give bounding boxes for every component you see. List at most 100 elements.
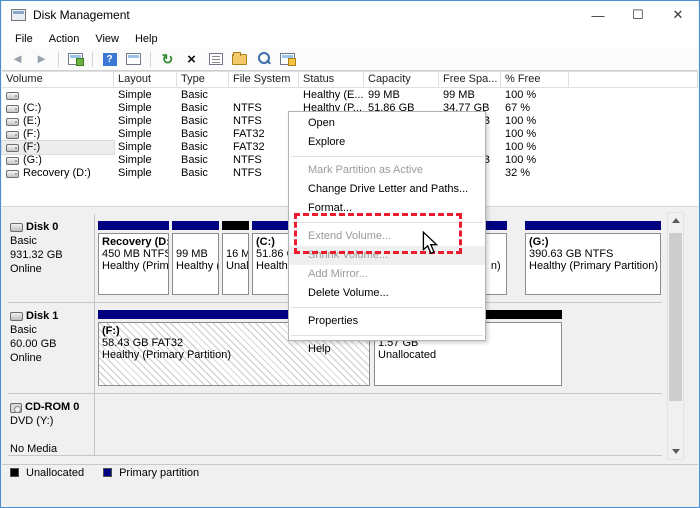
cdrom0-row: CD-ROM 0 DVD (Y:) No Media [8,394,662,456]
close-button[interactable]: ✕ [658,1,698,29]
menu-item-change-drive-letter[interactable]: Change Drive Letter and Paths... [289,180,485,199]
volume-icon [6,118,19,126]
unallocated-legend-label: Unallocated [26,467,84,479]
column-header-file-system[interactable]: File System [229,72,299,87]
volume-type: Basic [177,154,229,167]
toolbar-separator [58,52,59,67]
maximize-button[interactable]: ☐ [618,1,658,29]
volume-icon [6,92,19,100]
partition-g[interactable]: (G:) 390.63 GB NTFS Healthy (Primary Par… [525,221,661,295]
volume-pct-free: 100 % [501,141,569,154]
forward-icon[interactable]: ► [33,51,50,67]
volume-type: Basic [177,115,229,128]
volume-icon [6,144,19,152]
toolbar-separator [92,52,93,67]
title-bar: Disk Management — ☐ ✕ [2,1,698,29]
menu-item-explore[interactable]: Explore [289,133,485,152]
window-title: Disk Management [33,8,130,22]
volume-name: (E:) [23,115,41,128]
app-icon [11,9,26,21]
column-header-capacity[interactable]: Capacity [364,72,439,87]
cdrom-media-status: No Media [10,442,92,456]
minimize-button[interactable]: — [578,1,618,29]
toolbar-separator [150,52,151,67]
volume-pct-free: 100 % [501,89,569,102]
menu-item-open[interactable]: Open [289,114,485,133]
toolbar: ◄ ► ? ↻ × [2,48,698,71]
primary-partition-legend-label: Primary partition [119,467,199,479]
volume-list-header: Volume Layout Type File System Status Ca… [2,71,698,88]
column-header-volume[interactable]: Volume [2,72,114,87]
console-window-icon[interactable] [125,51,142,67]
menu-item-mark-partition-active: Mark Partition as Active [289,161,485,180]
disk0-label[interactable]: Disk 0 Basic 931.32 GB Online [8,214,95,302]
menu-separator [291,156,483,157]
disk-management-window: Disk Management — ☐ ✕ File Action View H… [0,0,700,508]
primary-partition-bar [98,221,169,230]
volume-type: Basic [177,167,229,180]
cdrom0-label[interactable]: CD-ROM 0 DVD (Y:) No Media [8,394,95,455]
open-folder-icon[interactable] [231,51,248,67]
menu-help[interactable]: Help [127,33,166,45]
manage-window-icon[interactable] [279,51,296,67]
volume-icon [6,131,19,139]
legend-bar: Unallocated Primary partition [2,464,698,480]
cdrom-icon [10,403,22,413]
vertical-scrollbar[interactable] [667,212,684,460]
column-header-pct-free[interactable]: % Free [501,72,569,87]
disk-type: Basic [10,323,92,337]
scroll-down-icon[interactable] [668,444,683,459]
volume-pct-free: 32 % [501,167,569,180]
disk1-label[interactable]: Disk 1 Basic 60.00 GB Online [8,303,95,393]
column-header-status[interactable]: Status [299,72,364,87]
delete-icon[interactable]: × [183,51,200,67]
volume-type: Basic [177,102,229,115]
column-header-free-space[interactable]: Free Spa... [439,72,501,87]
primary-partition-legend-swatch [103,468,112,477]
menu-file[interactable]: File [7,33,41,45]
volume-type: Basic [177,89,229,102]
help-icon[interactable]: ? [101,51,118,67]
refresh-icon[interactable]: ↻ [159,51,176,67]
column-header-type[interactable]: Type [177,72,229,87]
show-console-tree-icon[interactable] [67,51,84,67]
volume-status: Healthy (E... [299,89,364,102]
disk-icon [10,223,23,232]
menu-view[interactable]: View [87,33,127,45]
properties-icon[interactable] [207,51,224,67]
scroll-up-icon[interactable] [668,213,683,228]
menu-item-help[interactable]: Help [289,340,485,359]
partition-recovery-d[interactable]: Recovery (D:) 450 MB NTFS Healthy (Prima… [98,221,169,295]
volume-layout: Simple [114,154,177,167]
cdrom0-graph [98,394,662,455]
volume-layout: Simple [114,128,177,141]
volume-type: Basic [177,128,229,141]
volume-capacity: 99 MB [364,89,439,102]
search-icon[interactable] [255,51,272,67]
volume-pct-free: 100 % [501,128,569,141]
disk-type: Basic [10,234,92,248]
volume-icon [6,105,19,113]
disk-icon [10,312,23,321]
volume-name: Recovery (D:) [23,167,91,180]
menu-item-properties[interactable]: Properties [289,312,485,331]
unallocated-legend-swatch [10,468,19,477]
mouse-cursor-icon [421,231,439,255]
column-header-layout[interactable]: Layout [114,72,177,87]
partition-efi-99mb[interactable]: 99 MB Healthy (EFI System Partition) [172,221,219,295]
scrollbar-thumb[interactable] [669,233,682,401]
disk-status: Online [10,351,92,365]
unallocated-bar [222,221,249,230]
volume-pct-free: 100 % [501,115,569,128]
menu-item-delete-volume[interactable]: Delete Volume... [289,284,485,303]
table-row[interactable]: Simple Basic Healthy (E... 99 MB 99 MB 1… [2,89,698,102]
partition-unallocated-16mb[interactable]: 16 MB Unallocated [222,221,249,295]
menu-action[interactable]: Action [41,33,88,45]
disk-size: 931.32 GB [10,248,92,262]
volume-layout: Simple [114,89,177,102]
menu-separator [291,335,483,336]
back-icon[interactable]: ◄ [9,51,26,67]
volume-name: (F:) [23,141,40,154]
volume-layout: Simple [114,115,177,128]
disk-status: Online [10,262,92,276]
